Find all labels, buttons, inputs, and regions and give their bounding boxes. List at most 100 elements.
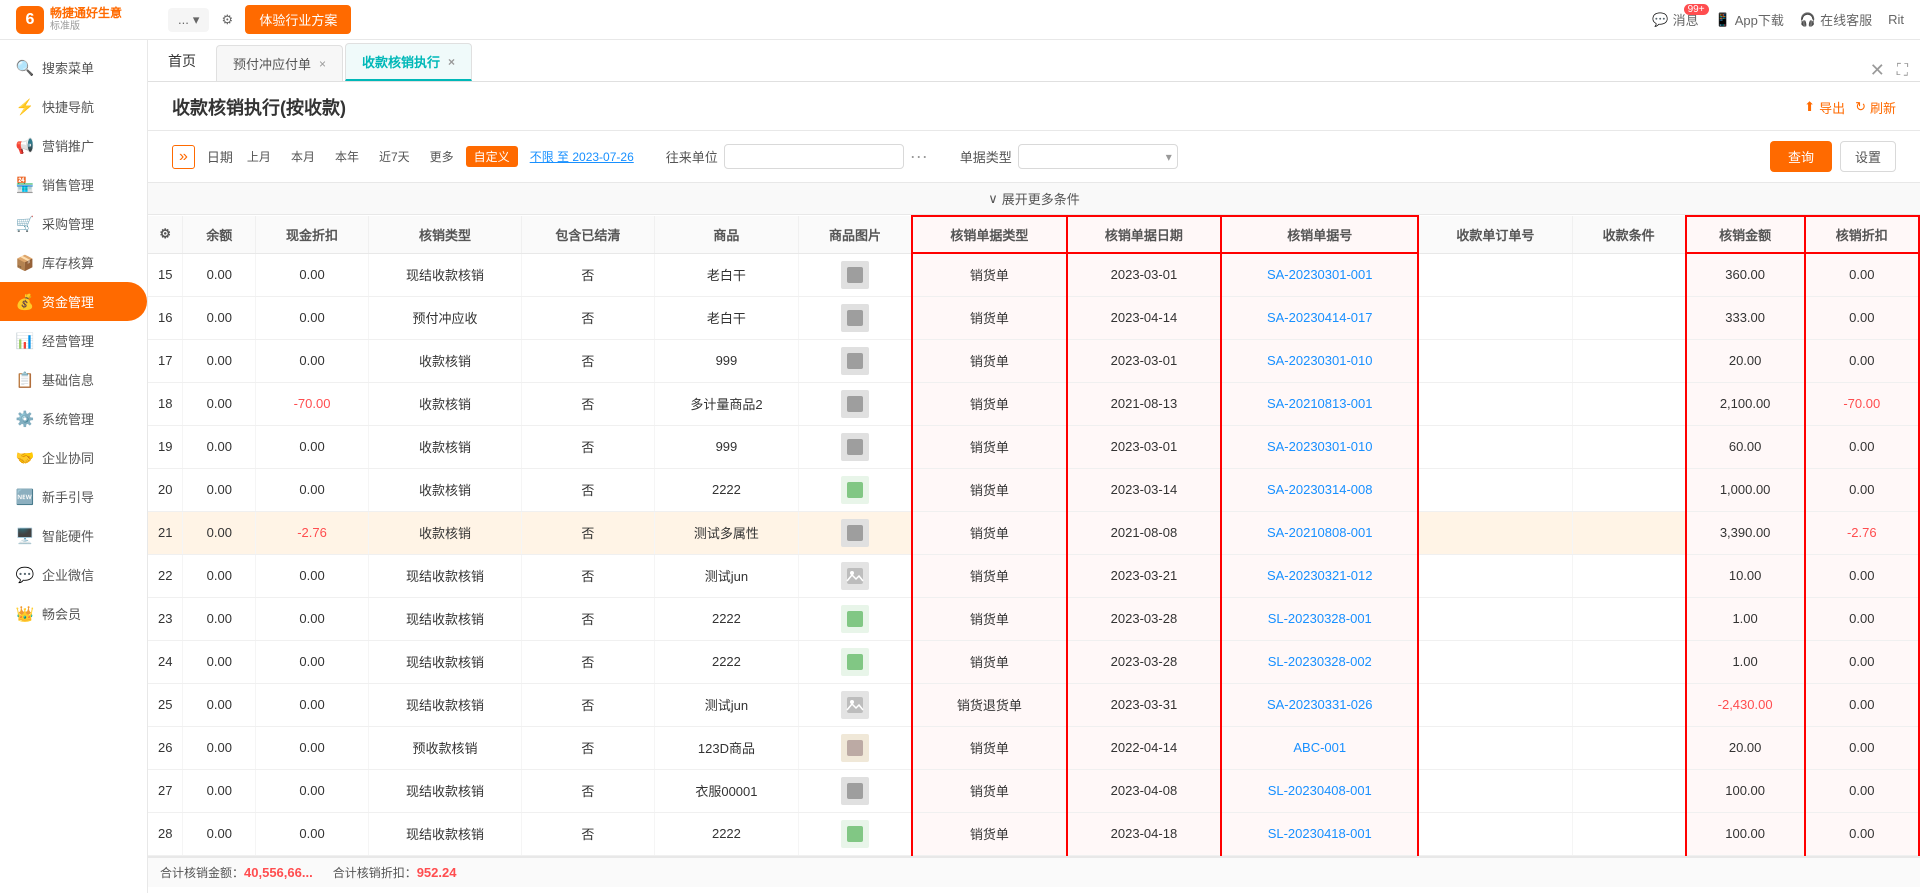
- logo: 6 畅捷通好生意 标准版: [16, 6, 156, 34]
- table-row: 190.000.00收款核销否999销货单2023-03-01SA-202303…: [148, 425, 1919, 468]
- bill-type-select[interactable]: [1018, 144, 1178, 169]
- bill-no-link[interactable]: SL-20230328-002: [1268, 654, 1372, 669]
- export-icon: ⬆: [1804, 99, 1815, 115]
- filter-bar: » 日期 上月 本月 本年 近7天 更多 自定义 不限 至 2023-07-26…: [148, 131, 1920, 183]
- bill-no-link[interactable]: SA-20230301-010: [1267, 439, 1373, 454]
- date-btn-more[interactable]: 更多: [422, 146, 462, 167]
- date-custom-btn[interactable]: 自定义: [466, 146, 518, 167]
- setting-button[interactable]: 设置: [1840, 141, 1896, 172]
- date-btn-this-month[interactable]: 本月: [283, 146, 323, 167]
- expand-conditions-btn[interactable]: ∨ 展开更多条件: [988, 189, 1080, 208]
- th-cash-discount: 现金折扣: [256, 216, 369, 253]
- th-bill-type: 核销单据类型: [912, 216, 1067, 253]
- tab-writeoff[interactable]: 收款核销执行 ×: [345, 43, 472, 81]
- bill-no-link[interactable]: SL-20230408-001: [1268, 783, 1372, 798]
- date-filter-section: »: [172, 145, 195, 169]
- bill-no-link[interactable]: SA-20230314-008: [1267, 482, 1373, 497]
- product-thumbnail: [841, 261, 869, 289]
- product-thumbnail: [841, 433, 869, 461]
- online-support[interactable]: 🎧 在线客服: [1800, 10, 1872, 29]
- data-table: ⚙ 余额 现金折扣 核销类型 包含已结清 商品 商品图片 核销单据类型 核销单据…: [148, 215, 1920, 856]
- user-name[interactable]: Rit: [1888, 12, 1904, 27]
- sidebar-item-inventory[interactable]: 📦 库存核算: [0, 243, 147, 282]
- bill-no-link[interactable]: SA-20210813-001: [1267, 396, 1373, 411]
- sidebar-item-finance[interactable]: 💰 资金管理: [0, 282, 147, 321]
- table-row: 230.000.00现结收款核销否2222销货单2023-03-28SL-202…: [148, 597, 1919, 640]
- sidebar-item-quick-nav[interactable]: ⚡ 快捷导航: [0, 87, 147, 126]
- date-btn-7days[interactable]: 近7天: [371, 146, 418, 167]
- chevron-down-icon: ∨: [988, 191, 998, 207]
- sidebar-item-search[interactable]: 🔍 搜索菜单: [0, 48, 147, 87]
- tab-prepay[interactable]: 预付冲应付单 ×: [216, 45, 343, 81]
- table-row: 270.000.00现结收款核销否衣服00001销货单2023-04-08SL-…: [148, 769, 1919, 812]
- partner-input[interactable]: [724, 144, 904, 169]
- search-icon: 🔍: [16, 59, 34, 77]
- sidebar-item-guide[interactable]: 🆕 新手引导: [0, 477, 147, 516]
- th-payment-terms: 收款条件: [1572, 216, 1686, 253]
- sidebar-item-business[interactable]: 📊 经营管理: [0, 321, 147, 360]
- date-filter-expand[interactable]: »: [172, 145, 195, 169]
- monitor-icon: 🖥️: [16, 527, 34, 545]
- table-row: 170.000.00收款核销否999销货单2023-03-01SA-202303…: [148, 339, 1919, 382]
- gear-icon: ⚙️: [16, 410, 34, 428]
- th-bill-no: 核销单据号: [1221, 216, 1418, 253]
- product-thumbnail: [841, 605, 869, 633]
- footer-total-discount: 合计核销折扣：952.24: [333, 864, 457, 881]
- th-included-cleared: 包含已结清: [521, 216, 654, 253]
- sidebar-item-sales[interactable]: 🏪 销售管理: [0, 165, 147, 204]
- trial-button[interactable]: 体验行业方案: [245, 5, 351, 34]
- tab-bar-controls: ✕ ⛶: [474, 60, 1920, 81]
- box-icon: 📦: [16, 254, 34, 272]
- table-row: 250.000.00现结收款核销否测试jun销货退货单2023-03-31SA-…: [148, 683, 1919, 726]
- bill-no-link[interactable]: SL-20230328-001: [1268, 611, 1372, 626]
- bill-no-link[interactable]: SA-20230321-012: [1267, 568, 1373, 583]
- tab1-close-icon[interactable]: ×: [319, 57, 326, 71]
- th-product: 商品: [654, 216, 798, 253]
- sidebar-item-marketing[interactable]: 📢 营销推广: [0, 126, 147, 165]
- handshake-icon: 🤝: [16, 449, 34, 467]
- settings-icon[interactable]: ⚙: [217, 10, 237, 30]
- date-btn-last-month[interactable]: 上月: [239, 146, 279, 167]
- bill-no-link[interactable]: SA-20230331-026: [1267, 697, 1373, 712]
- th-product-img: 商品图片: [798, 216, 912, 253]
- bill-no-link[interactable]: SA-20210808-001: [1267, 525, 1373, 540]
- maximize-icon[interactable]: ⛶: [1897, 62, 1908, 80]
- product-thumbnail: [841, 347, 869, 375]
- tab2-close-icon[interactable]: ×: [448, 55, 455, 69]
- refresh-button[interactable]: ↻ 刷新: [1855, 98, 1896, 117]
- sidebar-item-basic[interactable]: 📋 基础信息: [0, 360, 147, 399]
- bill-no-link[interactable]: SA-20230301-001: [1267, 267, 1373, 282]
- new-icon: 🆕: [16, 488, 34, 506]
- more-options-dots[interactable]: ···: [910, 146, 928, 167]
- sidebar: 🔍 搜索菜单 ⚡ 快捷导航 📢 营销推广 🏪 销售管理 🛒 采购管理 📦 库存核…: [0, 40, 148, 893]
- sidebar-item-purchase[interactable]: 🛒 采购管理: [0, 204, 147, 243]
- sidebar-item-collab[interactable]: 🤝 企业协同: [0, 438, 147, 477]
- table-row: 240.000.00现结收款核销否2222销货单2023-03-28SL-202…: [148, 640, 1919, 683]
- notification-bell[interactable]: 💬 消息 99+: [1652, 10, 1698, 29]
- export-button[interactable]: ⬆ 导出: [1804, 98, 1845, 117]
- date-btn-this-year[interactable]: 本年: [327, 146, 367, 167]
- sidebar-item-wechat[interactable]: 💬 企业微信: [0, 555, 147, 594]
- th-config[interactable]: ⚙: [148, 216, 183, 253]
- top-bar-right: 💬 消息 99+ 📱 App下载 🎧 在线客服 Rit: [1652, 10, 1904, 29]
- bill-type-select-wrap: [1018, 144, 1178, 169]
- bill-no-link[interactable]: SA-20230301-010: [1267, 353, 1373, 368]
- sidebar-item-system[interactable]: ⚙️ 系统管理: [0, 399, 147, 438]
- bill-no-link[interactable]: SL-20230418-001: [1268, 826, 1372, 841]
- top-bar-center: ... ▾ ⚙ 体验行业方案: [168, 5, 1640, 34]
- sidebar-item-member[interactable]: 👑 畅会员: [0, 594, 147, 633]
- date-range-text[interactable]: 不限 至 2023-07-26: [530, 148, 634, 165]
- partner-section: 往来单位 ···: [666, 144, 928, 169]
- date-section: 日期 上月 本月 本年 近7天 更多 自定义: [207, 146, 518, 167]
- bill-no-link[interactable]: SA-20230414-017: [1267, 310, 1373, 325]
- sidebar-item-hardware[interactable]: 🖥️ 智能硬件: [0, 516, 147, 555]
- query-button[interactable]: 查询: [1770, 141, 1832, 172]
- table-row: 210.00-2.76收款核销否测试多属性销货单2021-08-08SA-202…: [148, 511, 1919, 554]
- tab-home[interactable]: 首页: [148, 43, 216, 81]
- app-download[interactable]: 📱 App下载: [1715, 10, 1784, 29]
- close-window-icon[interactable]: ✕: [1870, 60, 1885, 81]
- main-panel: 首页 预付冲应付单 × 收款核销执行 × ✕ ⛶ 收款核销执行(按收款) ⬆ 导…: [148, 40, 1920, 893]
- table-row: 260.000.00预收款核销否123D商品销货单2022-04-14ABC-0…: [148, 726, 1919, 769]
- company-selector[interactable]: ... ▾: [168, 8, 209, 32]
- bill-no-link[interactable]: ABC-001: [1293, 740, 1346, 755]
